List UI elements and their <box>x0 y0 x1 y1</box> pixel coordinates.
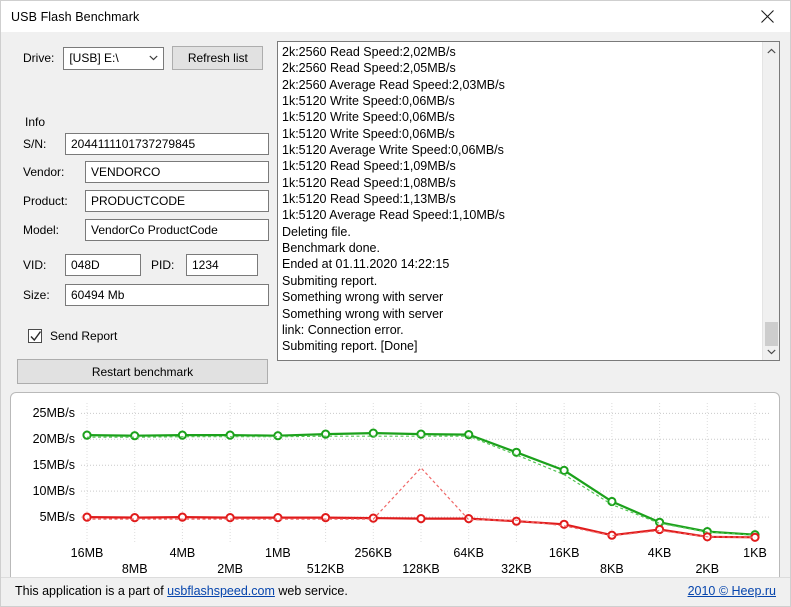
chart-data-point <box>559 465 569 476</box>
chart-x-tick-label: 2MB <box>217 562 243 576</box>
footer-text: This application is a part of usbflashsp… <box>15 584 348 598</box>
vid-field[interactable]: 048D <box>65 254 141 276</box>
sn-label: S/N: <box>23 137 47 151</box>
chart-data-point <box>464 514 474 524</box>
scroll-up-button[interactable] <box>763 42 779 59</box>
chart-data-point <box>511 447 521 457</box>
scroll-down-button[interactable] <box>763 343 779 360</box>
sn-field[interactable]: 2044111101737279845 <box>65 133 269 155</box>
chart-x-tick-label: 32KB <box>501 562 532 576</box>
window-title: USB Flash Benchmark <box>11 9 140 24</box>
log-text: 2k:2560 Read Speed:2,02MB/s 2k:2560 Read… <box>282 45 505 354</box>
chart-data-point <box>225 513 235 523</box>
chart-data-point <box>177 430 188 440</box>
chart-x-tick-label: 512KB <box>306 562 345 576</box>
footer-bar: This application is a part of usbflashsp… <box>1 577 790 606</box>
chart-data-point <box>511 516 521 526</box>
drive-select-value: [USB] E:\ <box>69 51 119 65</box>
log-panel[interactable]: 2k:2560 Read Speed:2,02MB/s 2k:2560 Read… <box>277 41 780 361</box>
chart-data-point <box>130 431 140 441</box>
info-group-title: Info <box>25 115 46 129</box>
app-window: USB Flash Benchmark Drive: [USB] E:\ Ref… <box>0 0 791 607</box>
close-button[interactable] <box>744 1 790 32</box>
chart-data-point <box>655 524 665 535</box>
pid-label: PID: <box>151 258 175 272</box>
chart-data-point <box>750 532 760 542</box>
chart-x-tick-label: 16KB <box>548 546 580 560</box>
drive-label: Drive: <box>23 51 55 65</box>
send-report-label: Send Report <box>50 329 118 343</box>
title-bar: USB Flash Benchmark <box>1 1 790 32</box>
benchmark-chart: 25MB/s 20MB/s 15MB/s 10MB/s 5MB/s 16MB 8MB 4MB 2… <box>10 392 780 590</box>
chart-data-point <box>416 514 426 524</box>
close-icon <box>760 10 774 23</box>
chart-y-tick-label: 20MB/s <box>32 432 75 447</box>
chart-x-tick-label: 4MB <box>169 546 196 560</box>
send-report-checkbox[interactable] <box>28 329 42 343</box>
chart-y-tick-label: 25MB/s <box>32 406 75 421</box>
product-label: Product: <box>23 194 68 208</box>
vendor-label: Vendor: <box>23 165 65 179</box>
chevron-down-icon <box>767 349 776 354</box>
chart-x-tick-label: 256KB <box>354 546 393 560</box>
chart-plot-area: 25MB/s 20MB/s 15MB/s 10MB/s 5MB/s 16MB 8MB 4MB 2… <box>33 403 769 576</box>
chart-y-tick-label: 15MB/s <box>32 458 75 473</box>
chart-data-point <box>273 513 283 523</box>
send-report-row[interactable]: Send Report <box>28 329 117 343</box>
pid-field[interactable]: 1234 <box>186 254 258 276</box>
chart-data-point <box>464 430 474 440</box>
chevron-down-icon <box>149 48 158 69</box>
chart-x-tick-label: 2KB <box>695 562 720 576</box>
footer-text-after: web service. <box>274 584 348 598</box>
heep-link[interactable]: 2010 © Heep.ru <box>688 584 776 598</box>
chart-data-point <box>321 513 331 523</box>
model-label: Model: <box>23 223 60 237</box>
chart-x-tick-label: 8KB <box>600 562 624 576</box>
chevron-up-icon <box>767 48 776 53</box>
chart-data-point <box>368 513 378 523</box>
content-area: Drive: [USB] E:\ Refresh list Info S/N: … <box>1 32 790 590</box>
chart-x-tick-label: 4KB <box>647 546 672 560</box>
model-field[interactable]: VendorCo ProductCode <box>85 219 269 241</box>
chart-x-tick-label: 128KB <box>402 562 440 576</box>
chart-x-tick-label: 1KB <box>743 546 767 560</box>
chart-y-tick-label: 10MB/s <box>32 484 75 499</box>
chart-y-tick-label: 5MB/s <box>39 510 75 525</box>
chart-svg <box>81 403 769 543</box>
vendor-field[interactable]: VENDORCO <box>85 161 269 183</box>
chart-data-point <box>225 430 235 440</box>
chart-data-point <box>130 513 140 523</box>
size-field[interactable]: 60494 Mb <box>65 284 269 306</box>
footer-text-before: This application is a part of <box>15 584 168 598</box>
chart-x-tick-label: 1MB <box>264 546 291 560</box>
footer-copyright: 2010 © Heep.ru <box>688 584 776 598</box>
restart-benchmark-button[interactable]: Restart benchmark <box>17 359 268 384</box>
size-label: Size: <box>23 288 50 302</box>
refresh-list-button[interactable]: Refresh list <box>172 46 264 70</box>
vid-label: VID: <box>23 258 47 272</box>
drive-row: Drive: [USB] E:\ Refresh list <box>23 46 264 70</box>
product-field[interactable]: PRODUCTCODE <box>85 190 269 212</box>
chart-x-tick-label: 64KB <box>453 546 484 560</box>
usbflashspeed-link[interactable]: usbflashspeed.com <box>167 584 275 598</box>
drive-select[interactable]: [USB] E:\ <box>63 46 165 70</box>
chart-x-tick-label: 8MB <box>121 562 148 576</box>
left-panel: Drive: [USB] E:\ Refresh list Info S/N: … <box>1 32 273 384</box>
chart-data-point <box>273 431 283 441</box>
chart-x-tick-label: 16MB <box>70 546 104 560</box>
checkmark-icon <box>30 331 42 342</box>
log-scrollbar[interactable] <box>762 42 779 360</box>
